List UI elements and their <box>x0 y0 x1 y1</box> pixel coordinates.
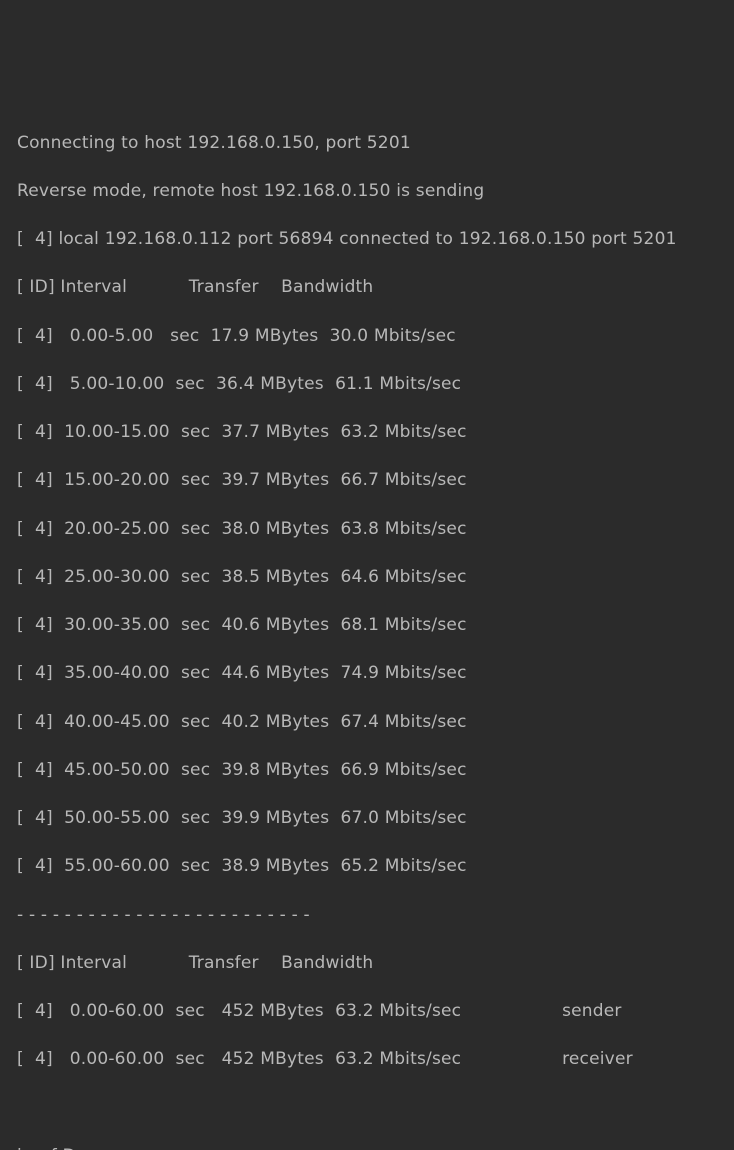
done-line: iperf Done. <box>17 1144 717 1150</box>
interval-row: [ 4] 50.00-55.00 sec 39.9 MBytes 67.0 Mb… <box>17 806 717 830</box>
interval-row: [ 4] 40.00-45.00 sec 40.2 MBytes 67.4 Mb… <box>17 710 717 734</box>
summary-receiver-line: [ 4] 0.00-60.00 sec 452 MBytes 63.2 Mbit… <box>17 1047 717 1071</box>
interval-row: [ 4] 10.00-15.00 sec 37.7 MBytes 63.2 Mb… <box>17 420 717 444</box>
interval-row: [ 4] 45.00-50.00 sec 39.8 MBytes 66.9 Mb… <box>17 758 717 782</box>
interval-row: [ 4] 15.00-20.00 sec 39.7 MBytes 66.7 Mb… <box>17 468 717 492</box>
interval-row: [ 4] 30.00-35.00 sec 40.6 MBytes 68.1 Mb… <box>17 613 717 637</box>
separator-line: - - - - - - - - - - - - - - - - - - - - … <box>17 903 717 927</box>
interval-row: [ 4] 0.00-5.00 sec 17.9 MBytes 30.0 Mbit… <box>17 324 717 348</box>
local-connection-line: [ 4] local 192.168.0.112 port 56894 conn… <box>17 227 717 251</box>
interval-row: [ 4] 55.00-60.00 sec 38.9 MBytes 65.2 Mb… <box>17 854 717 878</box>
column-header: [ ID] Interval Transfer Bandwidth <box>17 275 717 299</box>
terminal-output: Connecting to host 192.168.0.150, port 5… <box>17 107 717 1150</box>
summary-column-header: [ ID] Interval Transfer Bandwidth <box>17 951 717 975</box>
interval-row: [ 4] 25.00-30.00 sec 38.5 MBytes 64.6 Mb… <box>17 565 717 589</box>
interval-row: [ 4] 5.00-10.00 sec 36.4 MBytes 61.1 Mbi… <box>17 372 717 396</box>
interval-row: [ 4] 35.00-40.00 sec 44.6 MBytes 74.9 Mb… <box>17 661 717 685</box>
connecting-line: Connecting to host 192.168.0.150, port 5… <box>17 131 717 155</box>
blank-line <box>17 1096 717 1120</box>
reverse-mode-line: Reverse mode, remote host 192.168.0.150 … <box>17 179 717 203</box>
summary-sender-line: [ 4] 0.00-60.00 sec 452 MBytes 63.2 Mbit… <box>17 999 717 1023</box>
interval-row: [ 4] 20.00-25.00 sec 38.0 MBytes 63.8 Mb… <box>17 517 717 541</box>
